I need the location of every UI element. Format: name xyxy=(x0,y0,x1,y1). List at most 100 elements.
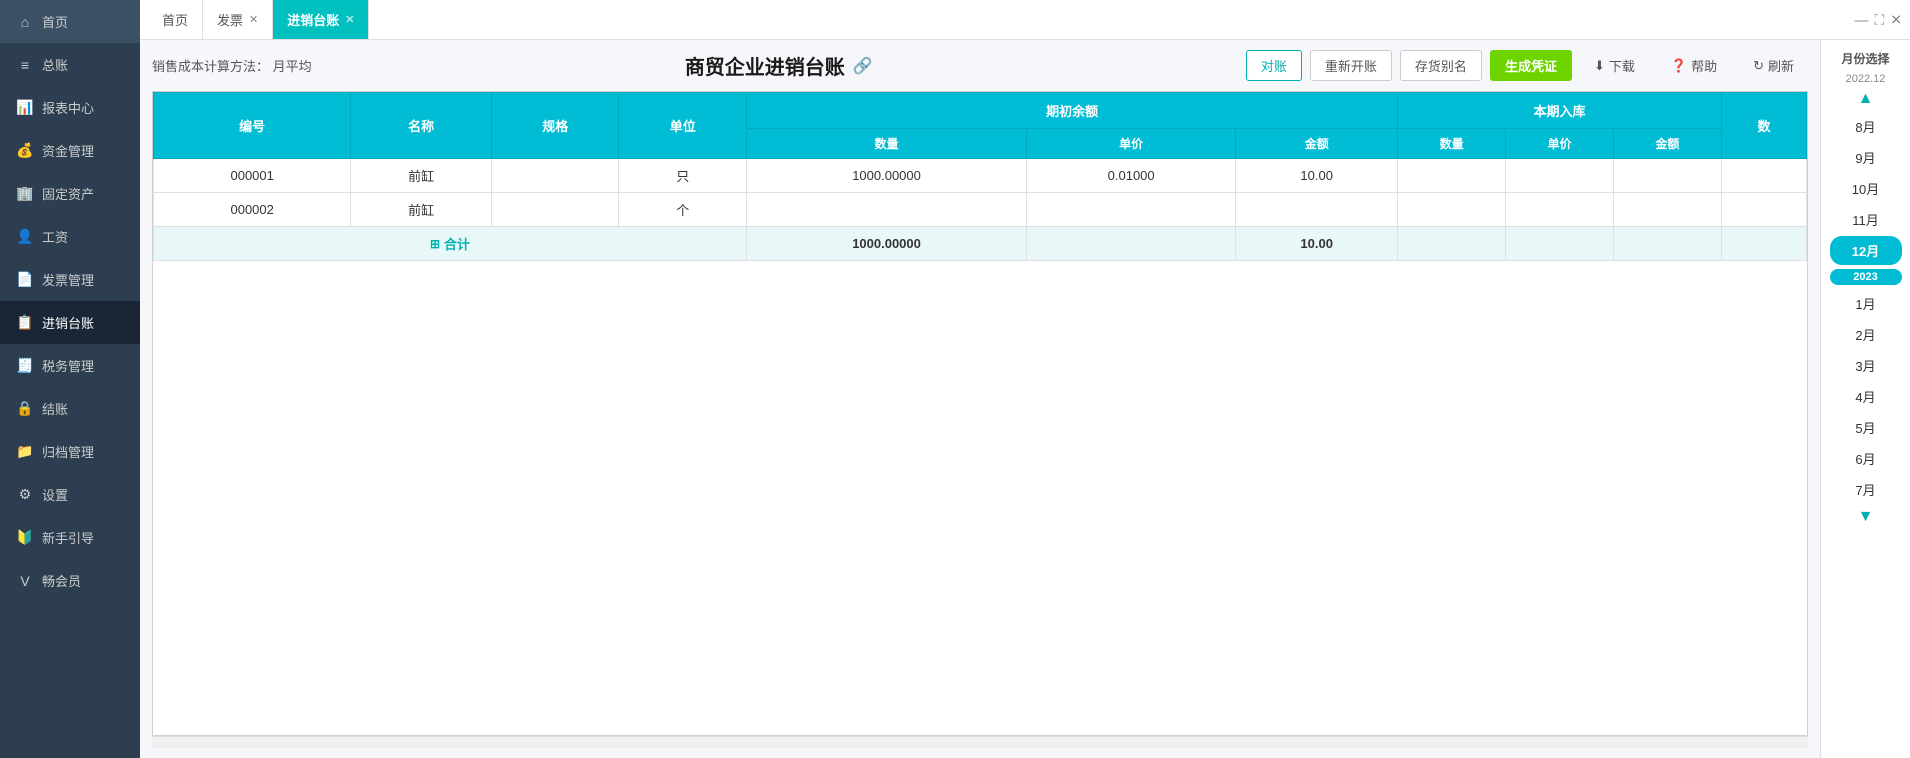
cost-method: 销售成本计算方法： 月平均 xyxy=(152,56,312,75)
save-alias-button[interactable]: 存货别名 xyxy=(1400,50,1482,81)
window-close-button[interactable]: ✕ xyxy=(1890,11,1902,28)
sidebar-item-archive[interactable]: 📁 归档管理 xyxy=(0,430,140,473)
month-item-2023-2[interactable]: 2月 xyxy=(1830,320,1902,349)
cost-method-value: 月平均 xyxy=(273,59,312,74)
col-subheader-open-amount: 金额 xyxy=(1236,129,1398,159)
total-row: ⊞ 合计 1000.00000 10.00 xyxy=(154,227,1807,261)
help-icon: ❓ xyxy=(1671,58,1687,74)
refresh-button[interactable]: ↻ 刷新 xyxy=(1739,51,1808,80)
window-minimize-button[interactable]: — xyxy=(1854,11,1868,28)
sidebar-item-finance[interactable]: 💰 资金管理 xyxy=(0,129,140,172)
sidebar-item-ledger[interactable]: ≡ 总账 xyxy=(0,43,140,86)
download-button[interactable]: ⬇ 下载 xyxy=(1580,51,1649,80)
cell-name: 前缸 xyxy=(351,159,492,193)
cell-unit: 只 xyxy=(619,159,747,193)
month-item-10[interactable]: 10月 xyxy=(1830,174,1902,203)
total-in-qty xyxy=(1398,227,1506,261)
month-item-8[interactable]: 8月 xyxy=(1830,112,1902,141)
sidebar-label-guide: 新手引导 xyxy=(42,528,94,547)
col-header-spec: 规格 xyxy=(491,93,619,159)
window-controls: — ⛶ ✕ xyxy=(1854,11,1902,28)
page-title-area: 商贸企业进销台账 🔗 xyxy=(685,51,873,80)
content-main: 销售成本计算方法： 月平均 商贸企业进销台账 🔗 对账 重新开账 存货别名 生成… xyxy=(140,40,1820,758)
sidebar: ⌂ 首页 ≡ 总账 📊 报表中心 💰 资金管理 🏢 固定资产 👤 工资 📄 发票… xyxy=(0,0,140,758)
reconcile-button[interactable]: 对账 xyxy=(1246,50,1302,81)
month-scroll-down-button[interactable]: ▼ xyxy=(1855,505,1877,529)
col-header-id: 编号 xyxy=(154,93,351,159)
gear-icon: ⚙ xyxy=(16,486,34,503)
cell-in-price xyxy=(1506,193,1614,227)
cell-open-price: 0.01000 xyxy=(1027,159,1236,193)
tab-stock-ledger-label: 进销台账 xyxy=(287,10,339,29)
sidebar-label-stock-ledger: 进销台账 xyxy=(42,313,94,332)
total-icon: ⊞ xyxy=(430,237,440,251)
reopen-button[interactable]: 重新开账 xyxy=(1310,50,1392,81)
sidebar-label-invoice-mgmt: 发票管理 xyxy=(42,270,94,289)
info-icon[interactable]: 🔗 xyxy=(853,56,873,76)
tab-invoice[interactable]: 发票 ✕ xyxy=(203,0,273,39)
sidebar-item-assets[interactable]: 🏢 固定资产 xyxy=(0,172,140,215)
sidebar-item-member[interactable]: V 畅会员 xyxy=(0,559,140,602)
cell-id: 000002 xyxy=(154,193,351,227)
help-button[interactable]: ❓ 帮助 xyxy=(1657,51,1731,80)
month-item-2023-5[interactable]: 5月 xyxy=(1830,413,1902,442)
sidebar-item-settings[interactable]: ⚙ 设置 xyxy=(0,473,140,516)
col-header-extra: 数 xyxy=(1721,93,1806,159)
sidebar-item-salary[interactable]: 👤 工资 xyxy=(0,215,140,258)
sidebar-label-member: 畅会员 xyxy=(42,571,81,590)
tab-invoice-label: 发票 xyxy=(217,10,243,29)
tab-home[interactable]: 首页 xyxy=(148,0,203,39)
tab-invoice-close[interactable]: ✕ xyxy=(249,13,258,26)
guide-icon: 🔰 xyxy=(16,529,34,546)
toolbar: 对账 重新开账 存货别名 生成凭证 ⬇ 下载 ❓ 帮助 ↻ 刷新 xyxy=(1246,50,1808,81)
col-header-inbound: 本期入库 xyxy=(1398,93,1722,129)
total-open-price xyxy=(1027,227,1236,261)
col-subheader-open-price: 单价 xyxy=(1027,129,1236,159)
month-item-2023-1[interactable]: 1月 xyxy=(1830,289,1902,318)
cell-unit: 个 xyxy=(619,193,747,227)
refresh-icon: ↻ xyxy=(1753,58,1764,74)
tab-bar: 首页 发票 ✕ 进销台账 ✕ — ⛶ ✕ xyxy=(140,0,1910,40)
cell-open-amount xyxy=(1236,193,1398,227)
sidebar-item-guide[interactable]: 🔰 新手引导 xyxy=(0,516,140,559)
sidebar-item-invoice-mgmt[interactable]: 📄 发票管理 xyxy=(0,258,140,301)
month-item-11[interactable]: 11月 xyxy=(1830,205,1902,234)
total-label-cell: ⊞ 合计 xyxy=(154,227,747,261)
generate-voucher-button[interactable]: 生成凭证 xyxy=(1490,50,1572,81)
page-content: 销售成本计算方法： 月平均 商贸企业进销台账 🔗 对账 重新开账 存货别名 生成… xyxy=(140,40,1910,758)
total-extra xyxy=(1721,227,1806,261)
col-header-opening: 期初余额 xyxy=(747,93,1398,129)
month-item-2023-4[interactable]: 4月 xyxy=(1830,382,1902,411)
footer-scrollbar[interactable] xyxy=(152,736,1808,748)
tab-stock-ledger-close[interactable]: ✕ xyxy=(345,13,354,26)
total-text: 合计 xyxy=(444,234,470,253)
col-subheader-in-price: 单价 xyxy=(1506,129,1614,159)
month-item-2023-3[interactable]: 3月 xyxy=(1830,351,1902,380)
sidebar-item-report[interactable]: 📊 报表中心 xyxy=(0,86,140,129)
month-item-2023-6[interactable]: 6月 xyxy=(1830,444,1902,473)
total-open-amount: 10.00 xyxy=(1236,227,1398,261)
month-item-12[interactable]: 12月 xyxy=(1830,236,1902,265)
ledger-icon: ≡ xyxy=(16,57,34,73)
month-panel-title: 月份选择 xyxy=(1841,46,1889,71)
month-item-9[interactable]: 9月 xyxy=(1830,143,1902,172)
page-header: 销售成本计算方法： 月平均 商贸企业进销台账 🔗 对账 重新开账 存货别名 生成… xyxy=(152,50,1808,81)
archive-icon: 📁 xyxy=(16,443,34,460)
total-open-qty: 1000.00000 xyxy=(747,227,1027,261)
salary-icon: 👤 xyxy=(16,228,34,245)
sidebar-item-home[interactable]: ⌂ 首页 xyxy=(0,0,140,43)
page-title: 商贸企业进销台账 xyxy=(685,51,845,80)
sidebar-item-close[interactable]: 🔒 结账 xyxy=(0,387,140,430)
cell-open-price xyxy=(1027,193,1236,227)
sidebar-item-tax[interactable]: 🧾 税务管理 xyxy=(0,344,140,387)
sidebar-item-stock-ledger[interactable]: 📋 进销台账 xyxy=(0,301,140,344)
cell-in-amount xyxy=(1613,193,1721,227)
month-scroll-up-button[interactable]: ▲ xyxy=(1855,87,1877,111)
sidebar-label-finance: 资金管理 xyxy=(42,141,94,160)
tab-stock-ledger[interactable]: 进销台账 ✕ xyxy=(273,0,369,39)
finance-icon: 💰 xyxy=(16,142,34,159)
sidebar-label-assets: 固定资产 xyxy=(42,184,94,203)
month-item-2023-7[interactable]: 7月 xyxy=(1830,475,1902,504)
download-icon: ⬇ xyxy=(1594,58,1605,74)
window-maximize-button[interactable]: ⛶ xyxy=(1874,11,1884,28)
